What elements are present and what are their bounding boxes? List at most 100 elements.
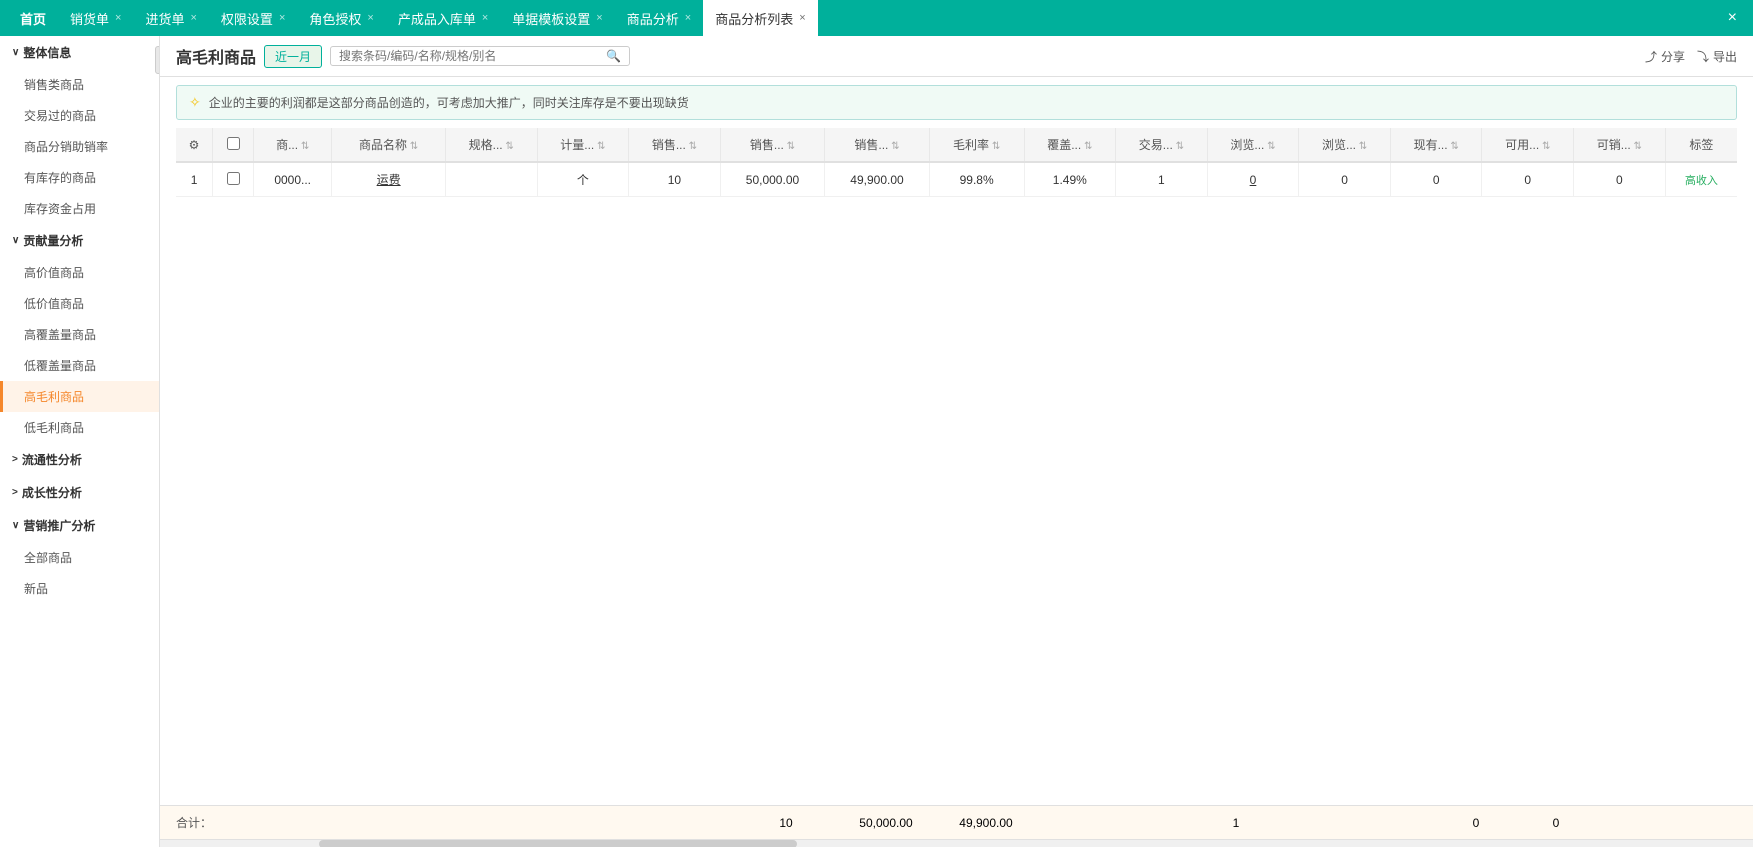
col-header-settings: ⚙	[176, 128, 213, 162]
nav-tab-单据模板设置[interactable]: 单据模板设置×	[500, 0, 614, 36]
group-arrow-icon: >	[12, 487, 18, 498]
sort-icon-viewCount2[interactable]: ⇅	[1356, 141, 1367, 152]
nav-tab-商品分析[interactable]: 商品分析×	[615, 0, 703, 36]
cell-name[interactable]: 运费	[332, 162, 446, 197]
col-header-salesAmt[interactable]: 销售... ⇅	[720, 128, 825, 162]
close-all-button[interactable]: ×	[1720, 9, 1745, 27]
tab-close-icon[interactable]: ×	[279, 12, 285, 24]
sort-icon-usableStock[interactable]: ⇅	[1539, 141, 1550, 152]
sort-icon-viewCount1[interactable]: ⇅	[1264, 141, 1275, 152]
sidebar-group-营销推广分析[interactable]: ∨营销推广分析	[0, 509, 159, 542]
settings-icon[interactable]: ⚙	[189, 138, 200, 152]
col-header-spec[interactable]: 规格... ⇅	[445, 128, 537, 162]
nav-tab-销货单[interactable]: 销货单×	[58, 0, 133, 36]
nav-tab-角色授权[interactable]: 角色授权×	[297, 0, 385, 36]
cell-salableStock: 0	[1574, 162, 1666, 197]
col-header-unit[interactable]: 计量... ⇅	[537, 128, 629, 162]
col-header-salableStock[interactable]: 可销... ⇅	[1574, 128, 1666, 162]
group-label: 流通性分析	[22, 451, 82, 468]
col-header-salesCost[interactable]: 销售... ⇅	[825, 128, 930, 162]
cell-salesQty: 10	[629, 162, 721, 197]
sidebar-group-贡献量分析[interactable]: ∨贡献量分析	[0, 224, 159, 257]
sidebar-item-低毛利商品[interactable]: 低毛利商品	[0, 412, 159, 443]
col-header-currentStock[interactable]: 现有... ⇅	[1390, 128, 1482, 162]
tab-close-icon[interactable]: ×	[190, 12, 196, 24]
col-header-grossRate[interactable]: 毛利率 ⇅	[929, 128, 1024, 162]
cell-code: 0000...	[254, 162, 332, 197]
sidebar-collapse-button[interactable]: «	[155, 46, 160, 74]
sort-icon-salesQty[interactable]: ⇅	[686, 141, 697, 152]
sidebar-item-高毛利商品[interactable]: 高毛利商品	[0, 381, 159, 412]
tab-close-icon[interactable]: ×	[367, 12, 373, 24]
footer-total-label: 合计：	[176, 814, 256, 831]
search-wrap: 🔍	[330, 46, 630, 66]
tab-close-icon[interactable]: ×	[596, 12, 602, 24]
sort-icon-grossRate[interactable]: ⇅	[989, 141, 1000, 152]
sort-icon-salesAmt[interactable]: ⇅	[784, 141, 795, 152]
sidebar-item-新品[interactable]: 新品	[0, 573, 159, 604]
cell-spec	[445, 162, 537, 197]
period-button[interactable]: 近一月	[264, 45, 322, 68]
tab-close-icon[interactable]: ×	[685, 12, 691, 24]
nav-tab-产成品入库单[interactable]: 产成品入库单×	[386, 0, 500, 36]
content-area: 高毛利商品 近一月 🔍 ⤴ 分享 ⤵ 导出	[160, 36, 1753, 847]
share-icon: ⤴	[1645, 48, 1657, 65]
sidebar-item-交易过的商品[interactable]: 交易过的商品	[0, 100, 159, 131]
sidebar-item-高覆盖量商品[interactable]: 高覆盖量商品	[0, 319, 159, 350]
col-header-coverage[interactable]: 覆盖... ⇅	[1024, 128, 1116, 162]
sidebar-group-成长性分析[interactable]: >成长性分析	[0, 476, 159, 509]
sidebar-item-全部商品[interactable]: 全部商品	[0, 542, 159, 573]
footer-sales-cost: 49,900.00	[936, 816, 1036, 830]
sidebar-item-库存资金占用[interactable]: 库存资金占用	[0, 193, 159, 224]
sidebar-group-整体信息[interactable]: ∨整体信息	[0, 36, 159, 69]
tab-close-icon[interactable]: ×	[799, 12, 805, 24]
cell-viewCount1[interactable]: 0	[1207, 162, 1299, 197]
sidebar-item-有库存的商品[interactable]: 有库存的商品	[0, 162, 159, 193]
link-name[interactable]: 运费	[377, 173, 401, 187]
scrollbar-thumb[interactable]	[319, 840, 797, 847]
share-button[interactable]: ⤴ 分享	[1645, 48, 1685, 65]
col-header-salesQty[interactable]: 销售... ⇅	[629, 128, 721, 162]
sort-icon-currentStock[interactable]: ⇅	[1448, 141, 1459, 152]
sort-icon-unit[interactable]: ⇅	[594, 141, 605, 152]
sidebar-group-流通性分析[interactable]: > 流通性分析	[0, 443, 159, 476]
tag-badge: 高收入	[1685, 175, 1718, 187]
sort-icon-coverage[interactable]: ⇅	[1081, 141, 1092, 152]
cell-checkbox[interactable]	[213, 162, 254, 197]
col-header-name[interactable]: 商品名称 ⇅	[332, 128, 446, 162]
row-checkbox[interactable]	[227, 172, 240, 185]
col-header-code[interactable]: 商... ⇅	[254, 128, 332, 162]
footer-sales-amt: 50,000.00	[836, 816, 936, 830]
sidebar-item-低价值商品[interactable]: 低价值商品	[0, 288, 159, 319]
export-button[interactable]: ⤵ 导出	[1697, 48, 1737, 65]
group-arrow-icon: ∨	[12, 520, 19, 531]
nav-tab-权限设置[interactable]: 权限设置×	[209, 0, 297, 36]
sort-icon-spec[interactable]: ⇅	[503, 141, 514, 152]
horizontal-scrollbar[interactable]	[160, 839, 1753, 847]
nav-tab-进货单[interactable]: 进货单×	[133, 0, 208, 36]
sidebar-item-低覆盖量商品[interactable]: 低覆盖量商品	[0, 350, 159, 381]
group-arrow-icon: ∨	[12, 235, 19, 246]
col-header-viewCount1[interactable]: 浏览... ⇅	[1207, 128, 1299, 162]
sort-icon-name[interactable]: ⇅	[407, 141, 418, 152]
nav-tab-商品分析列表[interactable]: 商品分析列表×	[703, 0, 817, 36]
sort-icon-salableStock[interactable]: ⇅	[1631, 141, 1642, 152]
table-row: 10000...运费个1050,000.0049,900.0099.8%1.49…	[176, 162, 1737, 197]
sidebar-item-商品分销助销率[interactable]: 商品分销助销率	[0, 131, 159, 162]
tab-close-icon[interactable]: ×	[482, 12, 488, 24]
tab-close-icon[interactable]: ×	[115, 12, 121, 24]
sort-icon-salesCost[interactable]: ⇅	[888, 141, 899, 152]
sort-icon-tradeCount[interactable]: ⇅	[1173, 141, 1184, 152]
col-header-tradeCount[interactable]: 交易... ⇅	[1116, 128, 1208, 162]
link-viewCount1[interactable]: 0	[1250, 173, 1257, 187]
col-header-viewCount2[interactable]: 浏览... ⇅	[1299, 128, 1391, 162]
col-header-usableStock[interactable]: 可用... ⇅	[1482, 128, 1574, 162]
search-input[interactable]	[339, 49, 602, 63]
select-all-checkbox[interactable]	[227, 137, 240, 150]
sidebar-item-销售类商品[interactable]: 销售类商品	[0, 69, 159, 100]
sort-icon-code[interactable]: ⇅	[298, 141, 309, 152]
search-icon[interactable]: 🔍	[606, 49, 621, 63]
sidebar-item-高价值商品[interactable]: 高价值商品	[0, 257, 159, 288]
nav-tab-首页[interactable]: 首页	[8, 0, 58, 36]
group-arrow-icon: >	[12, 454, 18, 465]
